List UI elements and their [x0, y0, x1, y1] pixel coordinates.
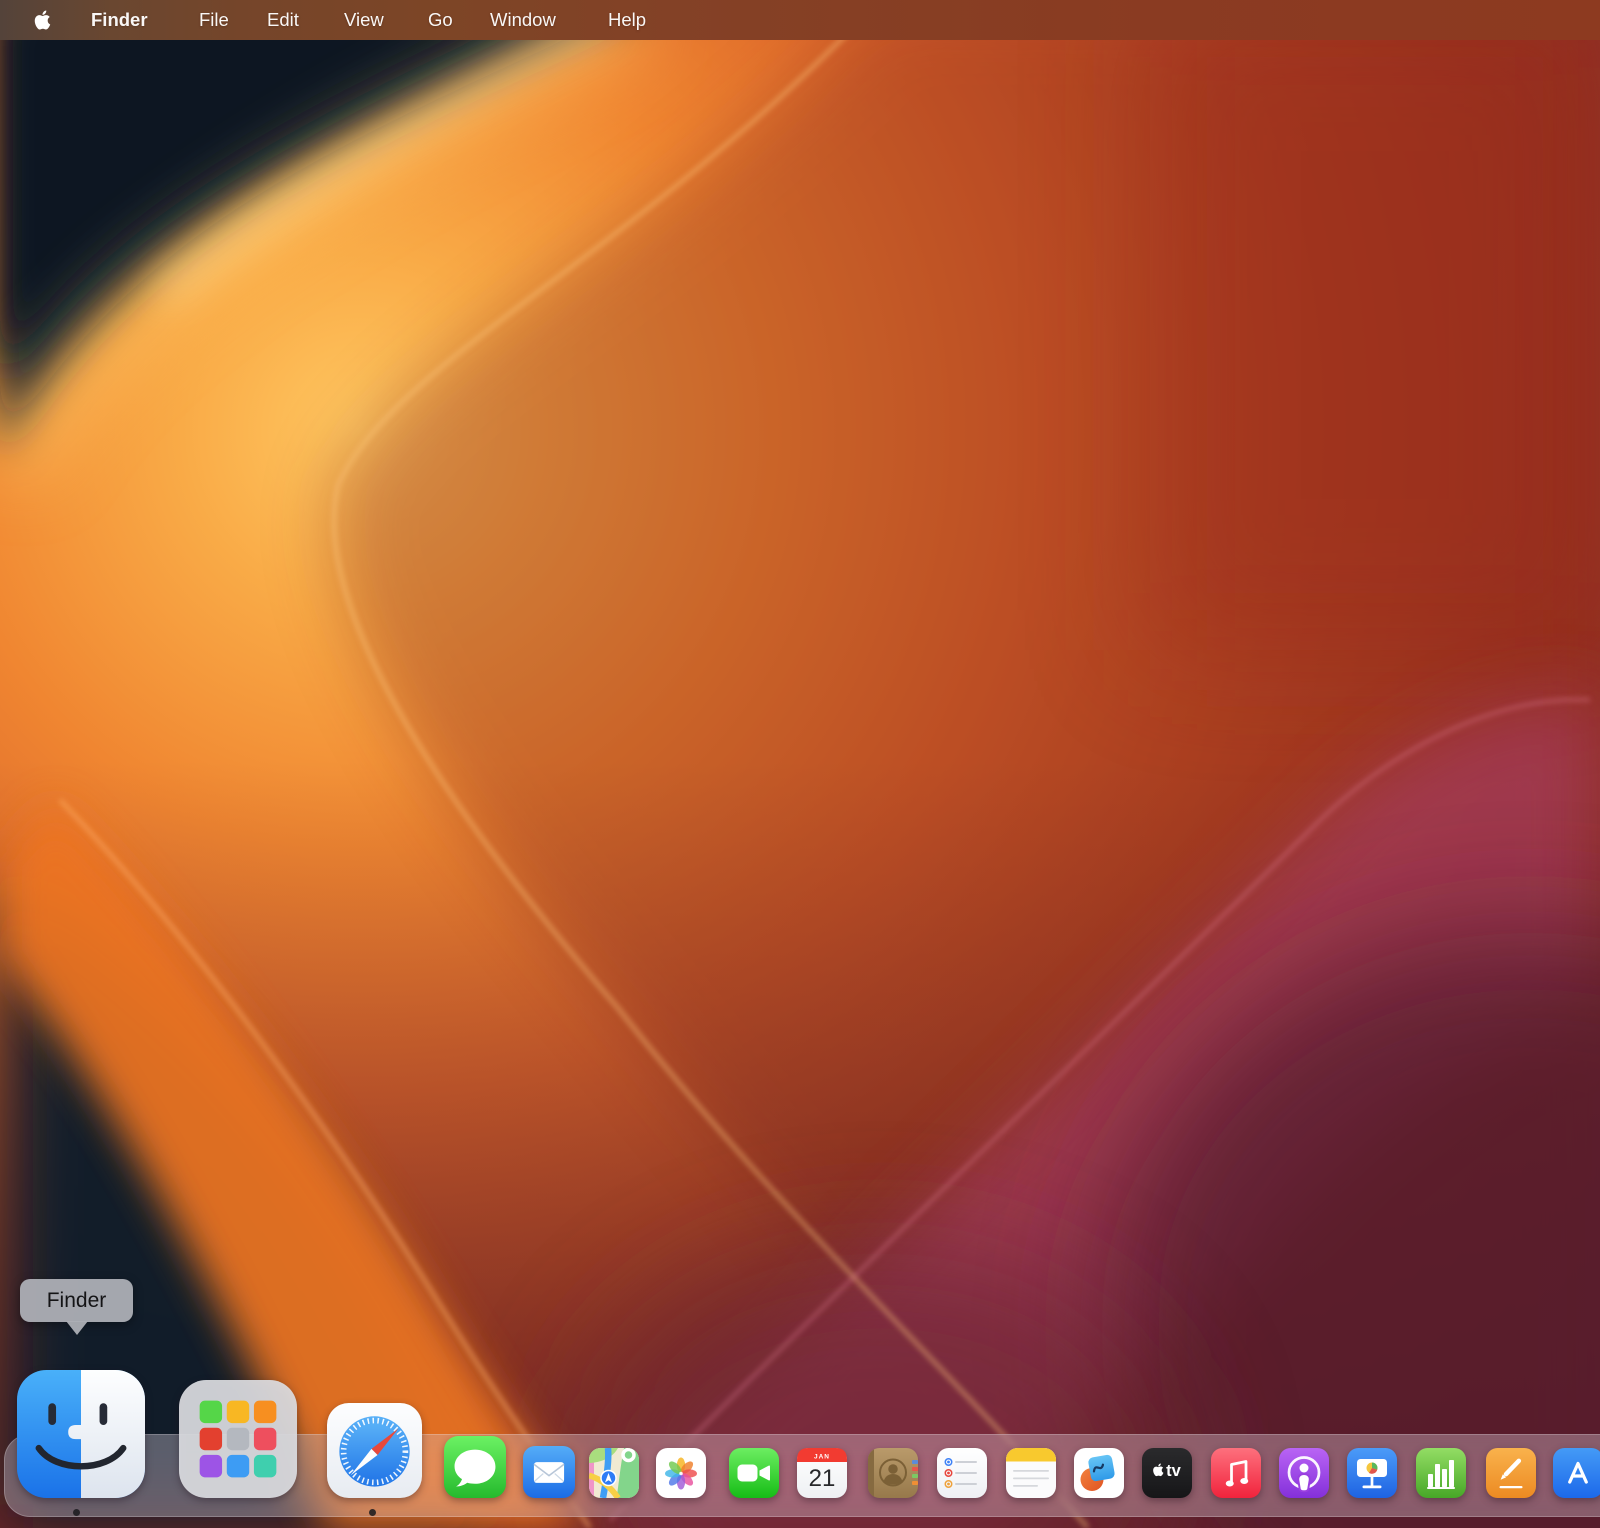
tooltip-tail	[66, 1321, 88, 1335]
dock-item-notes[interactable]	[1006, 1448, 1056, 1498]
calendar-month-label: JAN	[814, 1453, 830, 1460]
dock-item-pages[interactable]	[1486, 1448, 1536, 1498]
messages-icon	[444, 1436, 506, 1498]
app-store-icon	[1553, 1448, 1600, 1498]
dock-item-mail[interactable]	[523, 1446, 575, 1498]
menu-item-view[interactable]: View	[344, 0, 384, 40]
running-indicator-safari	[369, 1509, 376, 1516]
dock-item-finder[interactable]	[17, 1370, 145, 1498]
running-indicator-finder	[73, 1509, 80, 1516]
apple-icon	[33, 9, 52, 31]
maps-icon	[589, 1448, 639, 1498]
notes-icon	[1006, 1448, 1056, 1498]
menu-item-window[interactable]: Window	[490, 0, 556, 40]
reminders-icon	[937, 1448, 987, 1498]
calendar-day-label: 21	[809, 1465, 836, 1492]
dock-item-launchpad[interactable]	[179, 1380, 297, 1498]
dock-item-facetime[interactable]	[729, 1448, 779, 1498]
contacts-icon	[868, 1448, 918, 1498]
dock-item-photos[interactable]	[656, 1448, 706, 1498]
mail-icon	[523, 1446, 575, 1498]
apple-tv-icon: tv	[1142, 1448, 1192, 1498]
tv-label: tv	[1166, 1462, 1181, 1480]
dock-item-contacts[interactable]	[868, 1448, 918, 1498]
photos-icon	[656, 1448, 706, 1498]
calendar-icon: JAN 21	[797, 1448, 847, 1498]
launchpad-icon	[179, 1380, 297, 1498]
desktop-wallpaper	[0, 0, 1600, 1528]
finder-icon	[17, 1370, 145, 1498]
dock-tooltip-label: Finder	[47, 1289, 107, 1313]
dock-tooltip: Finder	[20, 1279, 133, 1322]
desktop: Finder File Edit View Go Window Help Fin…	[0, 0, 1600, 1528]
safari-icon	[327, 1403, 422, 1498]
dock-item-numbers[interactable]	[1416, 1448, 1466, 1498]
dock-item-tv[interactable]: tv	[1142, 1448, 1192, 1498]
pages-icon	[1486, 1448, 1536, 1498]
podcasts-icon	[1279, 1448, 1329, 1498]
dock-item-messages[interactable]	[444, 1436, 506, 1498]
keynote-icon	[1347, 1448, 1397, 1498]
music-icon	[1211, 1448, 1261, 1498]
dock-item-calendar[interactable]: JAN 21	[797, 1448, 847, 1498]
menu-item-file[interactable]: File	[199, 0, 229, 40]
dock-item-reminders[interactable]	[937, 1448, 987, 1498]
dock-item-music[interactable]	[1211, 1448, 1261, 1498]
menu-item-go[interactable]: Go	[428, 0, 453, 40]
dock-item-app-store[interactable]	[1553, 1448, 1600, 1498]
menu-item-help[interactable]: Help	[608, 0, 646, 40]
facetime-icon	[729, 1448, 779, 1498]
apple-menu[interactable]	[33, 0, 52, 40]
dock-item-safari[interactable]	[327, 1403, 422, 1498]
dock-item-maps[interactable]	[589, 1448, 639, 1498]
dock-item-freeform[interactable]	[1074, 1448, 1124, 1498]
menu-bar: Finder File Edit View Go Window Help	[0, 0, 1600, 40]
freeform-icon	[1074, 1448, 1124, 1498]
menu-item-edit[interactable]: Edit	[267, 0, 299, 40]
dock-item-podcasts[interactable]	[1279, 1448, 1329, 1498]
dock-item-keynote[interactable]	[1347, 1448, 1397, 1498]
menu-item-finder[interactable]: Finder	[91, 0, 148, 40]
numbers-icon	[1416, 1448, 1466, 1498]
